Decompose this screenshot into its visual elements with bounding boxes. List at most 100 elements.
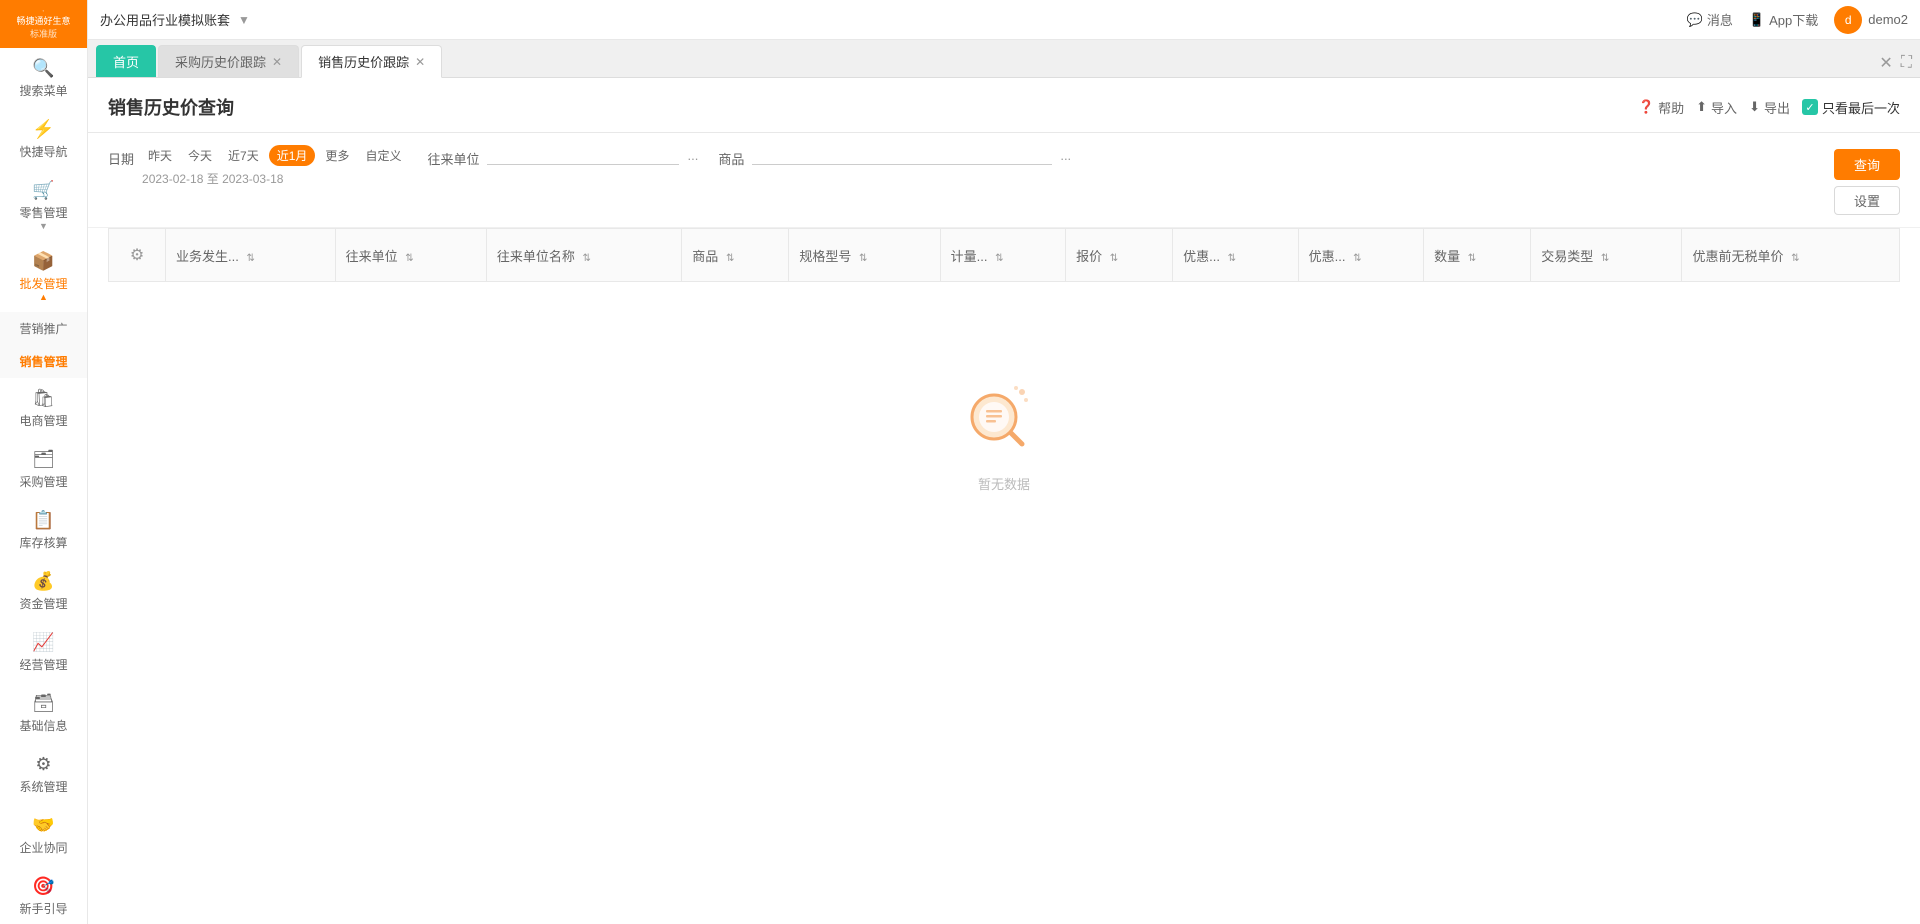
- logo-icon: 6: [28, 8, 60, 13]
- sidebar-item-marketing[interactable]: 营销推广: [0, 312, 87, 345]
- tab-sales-history-close-icon[interactable]: ✕: [415, 55, 425, 69]
- table-header: ⚙ 业务发生... ⇅ 往来单位 ⇅ 往来单位名称 ⇅: [109, 229, 1900, 282]
- sidebar-item-purchase-label: 采购管理: [19, 473, 67, 490]
- tabs-bar: 首页 采购历史价跟踪 ✕ 销售历史价跟踪 ✕ ✕ ⛶: [88, 40, 1920, 78]
- filter-bar: 日期 昨天 今天 近7天 近1月 更多 自定义 2023-02-18 至 202…: [88, 133, 1920, 228]
- tab-home-label: 首页: [113, 52, 139, 71]
- col-unit[interactable]: 计量... ⇅: [940, 229, 1065, 282]
- date-tab-custom[interactable]: 自定义: [359, 145, 407, 166]
- base-info-icon: 🗃: [32, 693, 55, 714]
- only-last-checkbox-label[interactable]: ✓ 只看最后一次: [1802, 98, 1900, 117]
- user-name: demo2: [1868, 12, 1908, 27]
- wholesale-mgmt-arrow-icon: ▲: [39, 292, 48, 302]
- tab-close-all-icon[interactable]: ✕: [1879, 53, 1892, 73]
- workspace-dropdown-icon[interactable]: ▼: [238, 13, 250, 27]
- page-actions: ❓ 帮助 ⬆ 导入 ⬇ 导出 ✓ 只看最后一次: [1638, 98, 1900, 117]
- user-action[interactable]: d demo2: [1834, 6, 1908, 34]
- date-tab-more[interactable]: 更多: [319, 145, 355, 166]
- app-download-label: App下载: [1769, 10, 1818, 29]
- date-tab-today[interactable]: 今天: [182, 145, 218, 166]
- col-quote-price[interactable]: 报价 ⇅: [1066, 229, 1173, 282]
- app-title: 畅捷通好生意: [16, 14, 70, 27]
- app-download-action[interactable]: 📱 App下载: [1749, 10, 1818, 29]
- export-button[interactable]: ⬇ 导出: [1749, 98, 1790, 117]
- sidebar-item-enterprise-agreement[interactable]: 🤝 企业协同: [0, 805, 87, 866]
- import-button[interactable]: ⬆ 导入: [1696, 98, 1737, 117]
- col-spec[interactable]: 规格型号 ⇅: [789, 229, 940, 282]
- sidebar-item-inventory-label: 库存核算: [19, 534, 67, 551]
- date-tab-yesterday[interactable]: 昨天: [142, 145, 178, 166]
- date-tab-1month[interactable]: 近1月: [269, 145, 316, 166]
- sidebar-item-system-mgmt[interactable]: ⚙ 系统管理: [0, 744, 87, 805]
- tab-sales-history[interactable]: 销售历史价跟踪 ✕: [301, 45, 442, 78]
- tab-home[interactable]: 首页: [96, 45, 156, 77]
- tab-sales-history-label: 销售历史价跟踪: [318, 52, 409, 71]
- counterpart-input[interactable]: [487, 145, 679, 165]
- sales-mgmt-label: 销售管理: [19, 353, 67, 370]
- sidebar-item-sales-mgmt[interactable]: 销售管理: [0, 345, 87, 378]
- filter-action-buttons: 查询 设置: [1834, 149, 1900, 215]
- sidebar-item-wholesale-mgmt[interactable]: 📦 批发管理 ▲: [0, 241, 87, 312]
- inventory-icon: 📋: [32, 510, 54, 531]
- workspace-title: 办公用品行业模拟账套: [100, 10, 230, 29]
- search-menu-icon: 🔍: [32, 58, 54, 79]
- tab-purchase-history-close-icon[interactable]: ✕: [272, 55, 282, 69]
- only-last-checkbox[interactable]: ✓: [1802, 99, 1818, 115]
- sidebar-item-new-guide[interactable]: 🎯 新手引导: [0, 866, 87, 924]
- sort-product-icon: ⇅: [726, 253, 734, 264]
- sidebar-item-purchase-mgmt[interactable]: 🗂 采购管理: [0, 439, 87, 500]
- setting-button[interactable]: 设置: [1834, 186, 1900, 215]
- app-subtitle: 标准版: [30, 27, 57, 40]
- sidebar-item-retail-mgmt[interactable]: 🛒 零售管理 ▼: [0, 170, 87, 241]
- table-settings-gear-icon[interactable]: ⚙: [119, 237, 155, 273]
- tab-purchase-history[interactable]: 采购历史价跟踪 ✕: [158, 45, 299, 77]
- message-action[interactable]: 💬 消息: [1687, 10, 1733, 29]
- sidebar-item-ecommerce-mgmt[interactable]: 🛍 电商管理: [0, 378, 87, 439]
- sort-discount2-icon: ⇅: [1353, 253, 1361, 264]
- product-filter-label: 商品: [718, 145, 744, 168]
- sidebar-item-ops-mgmt[interactable]: 📈 经营管理: [0, 622, 87, 683]
- help-button[interactable]: ❓ 帮助: [1638, 98, 1684, 117]
- sort-unit-icon: ⇅: [995, 253, 1003, 264]
- col-trade-type[interactable]: 交易类型 ⇅: [1531, 229, 1682, 282]
- sidebar-item-search-menu-label: 搜索菜单: [19, 82, 67, 99]
- sidebar-item-base-info[interactable]: 🗃 基础信息: [0, 683, 87, 744]
- col-price-no-tax[interactable]: 优惠前无税单价 ⇅: [1682, 229, 1900, 282]
- only-last-label: 只看最后一次: [1822, 98, 1900, 117]
- sort-trade-type-icon: ⇅: [1601, 253, 1609, 264]
- col-quantity[interactable]: 数量 ⇅: [1424, 229, 1531, 282]
- counterpart-dots[interactable]: ...: [687, 148, 698, 163]
- date-filter-options: 昨天 今天 近7天 近1月 更多 自定义 2023-02-18 至 2023-0…: [142, 145, 407, 187]
- col-business-date[interactable]: 业务发生... ⇅: [166, 229, 336, 282]
- marketing-label: 营销推广: [19, 320, 67, 337]
- page-body: 销售历史价查询 ❓ 帮助 ⬆ 导入 ⬇ 导出 ✓ 只看最后一次: [88, 78, 1920, 924]
- col-discount2[interactable]: 优惠... ⇅: [1298, 229, 1423, 282]
- sidebar-item-quick-nav-label: 快捷导航: [19, 143, 67, 160]
- help-icon: ❓: [1638, 99, 1654, 115]
- product-dots[interactable]: ...: [1060, 148, 1071, 163]
- import-icon: ⬆: [1696, 99, 1707, 115]
- product-input[interactable]: [752, 145, 1052, 165]
- sort-price-no-tax-icon: ⇅: [1791, 253, 1799, 264]
- page-header: 销售历史价查询 ❓ 帮助 ⬆ 导入 ⬇ 导出 ✓ 只看最后一次: [88, 78, 1920, 133]
- topbar-left: 办公用品行业模拟账套 ▼: [100, 10, 250, 29]
- quick-nav-icon: ⚡: [32, 119, 54, 140]
- sidebar-item-system-label: 系统管理: [19, 778, 67, 795]
- search-button[interactable]: 查询: [1834, 149, 1900, 180]
- tab-expand-icon[interactable]: ⛶: [1901, 54, 1912, 72]
- sidebar-item-inventory[interactable]: 📋 库存核算: [0, 500, 87, 561]
- app-logo: 6 畅捷通好生意 标准版: [0, 0, 87, 48]
- col-discount1[interactable]: 优惠... ⇅: [1173, 229, 1298, 282]
- counterpart-filter-group: 往来单位 ...: [427, 145, 698, 168]
- date-tab-7days[interactable]: 近7天: [222, 145, 265, 166]
- sort-counterpart-name-icon: ⇅: [583, 253, 591, 264]
- sidebar-item-quick-nav[interactable]: ⚡ 快捷导航: [0, 109, 87, 170]
- counterpart-filter-label: 往来单位: [427, 145, 479, 168]
- sidebar-item-search-menu[interactable]: 🔍 搜索菜单: [0, 48, 87, 109]
- col-product[interactable]: 商品 ⇅: [682, 229, 789, 282]
- export-label: 导出: [1764, 98, 1790, 117]
- sidebar-item-ecommerce-label: 电商管理: [19, 412, 67, 429]
- col-counterpart-code[interactable]: 往来单位 ⇅: [335, 229, 486, 282]
- col-counterpart-name[interactable]: 往来单位名称 ⇅: [486, 229, 681, 282]
- sidebar-item-finance-mgmt[interactable]: 💰 资金管理: [0, 561, 87, 622]
